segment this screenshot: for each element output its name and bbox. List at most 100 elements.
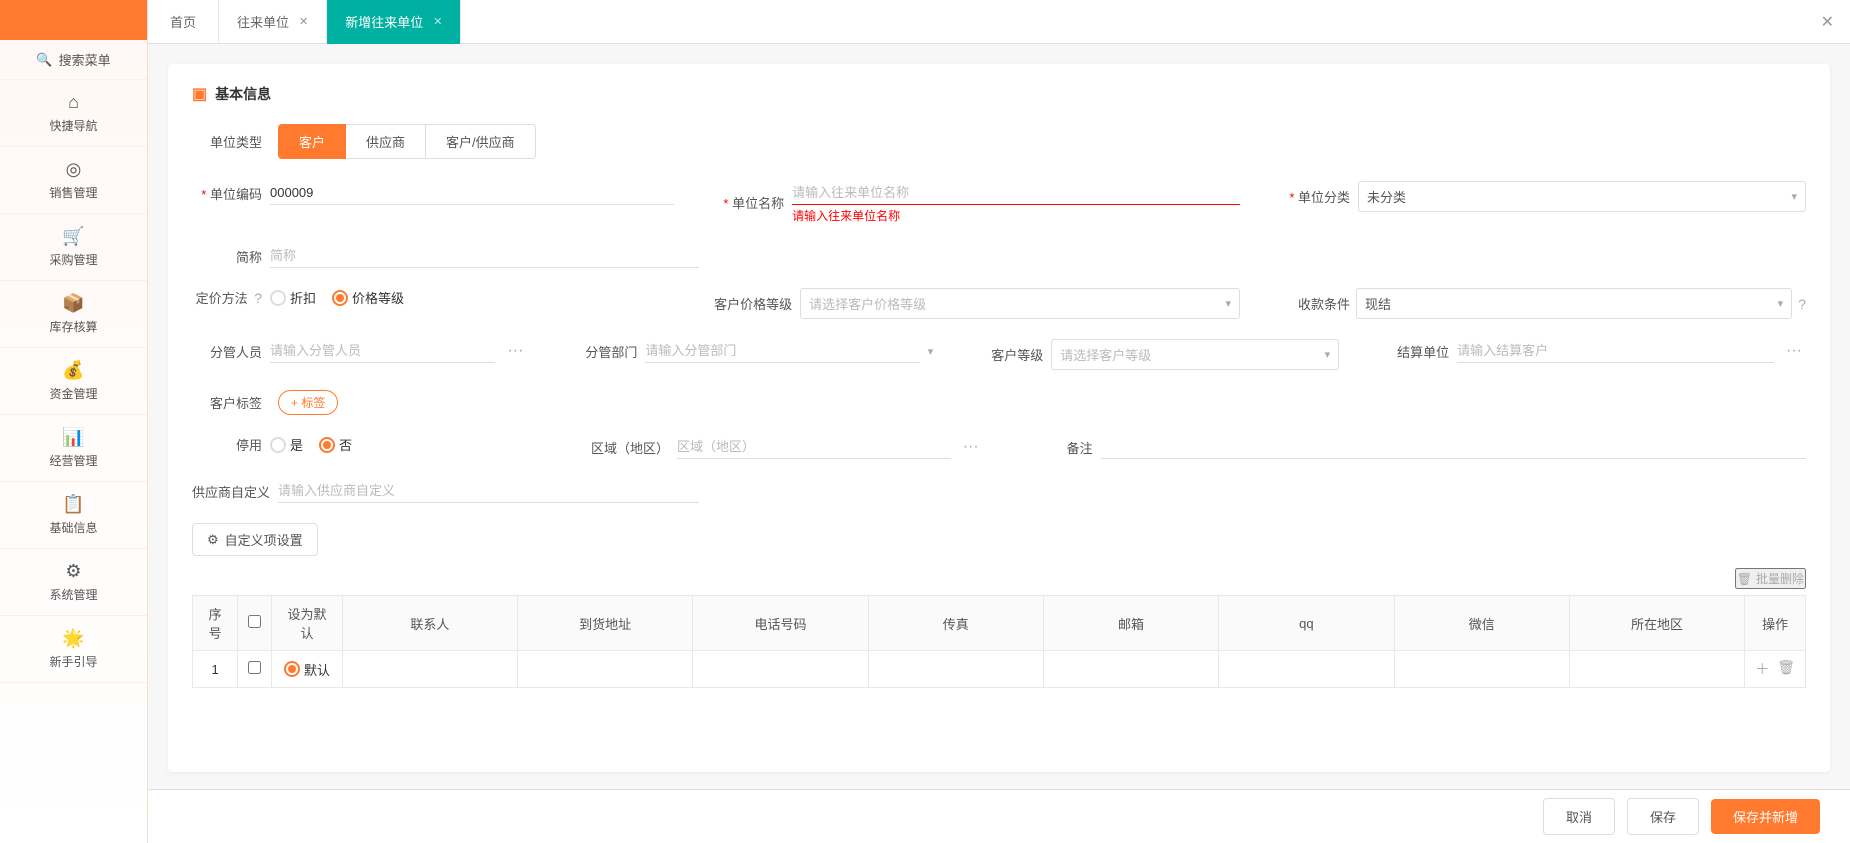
payment-help-icon[interactable]: ? (1798, 296, 1806, 312)
unit-category-select[interactable]: 未分类 ▾ (1358, 181, 1806, 212)
sidebar-item-sales[interactable]: ◎ 销售管理 (0, 147, 147, 214)
col-contact: 联系人 (342, 596, 517, 651)
dept-input[interactable] (645, 339, 919, 363)
settlement-input[interactable] (1457, 339, 1774, 363)
disabled-radio-yes[interactable]: 是 (270, 435, 303, 454)
payment-condition-select[interactable]: 现结 ▾ (1356, 288, 1792, 319)
pricing-radio-discount[interactable]: 折扣 (270, 288, 316, 307)
table-body: 1 默认 (193, 651, 1806, 688)
sidebar-item-quick-nav[interactable]: ⌂ 快捷导航 (0, 80, 147, 147)
tab-home-label: 首页 (170, 12, 196, 31)
sidebar-item-inventory[interactable]: 📦 库存核算 (0, 281, 147, 348)
action-icons: ＋ 🗑 (1755, 659, 1795, 679)
tab-new-partner[interactable]: 新增往来单位 ✕ (327, 0, 461, 44)
unit-code-label: * 单位编码 (192, 184, 262, 203)
batch-delete-label: 批量删除 (1756, 570, 1804, 587)
tab-partner[interactable]: 往来单位 ✕ (219, 0, 327, 44)
manager-input[interactable] (270, 339, 495, 363)
purchase-icon: 🛒 (62, 226, 84, 247)
cancel-button[interactable]: 取消 (1543, 798, 1615, 835)
region-input[interactable] (677, 435, 951, 459)
row-address[interactable] (518, 651, 693, 688)
batch-delete-button[interactable]: 🗑 批量删除 (1735, 568, 1806, 589)
unit-name-error: 请输入往来单位名称 (792, 207, 1240, 224)
row-default-radio[interactable]: 默认 (282, 660, 331, 679)
settlement-more-btn[interactable]: ··· (1782, 342, 1806, 360)
supplier-custom-label: 供应商自定义 (192, 482, 270, 501)
operation-icon: 📊 (62, 427, 84, 448)
pricing-help-icon[interactable]: ? (254, 290, 262, 306)
sidebar-item-search[interactable]: 🔍 搜索菜单 (0, 40, 147, 80)
row-contact-input[interactable] (353, 662, 507, 677)
customer-price-label: 客户价格等级 (714, 294, 792, 313)
pricing-radio-level[interactable]: 价格等级 (332, 288, 404, 307)
row-wechat[interactable] (1394, 651, 1569, 688)
row-supplier-custom: 供应商自定义 (192, 479, 1806, 503)
row-tag: 客户标签 + 标签 (192, 390, 1806, 415)
row-phone[interactable] (693, 651, 868, 688)
customer-price-select[interactable]: 请选择客户价格等级 ▾ (800, 288, 1240, 319)
unit-type-supplier[interactable]: 供应商 (346, 124, 426, 159)
customer-price-arrow: ▾ (1226, 297, 1232, 310)
supplier-custom-input[interactable] (278, 479, 699, 503)
tab-partner-close[interactable]: ✕ (299, 15, 308, 28)
dept-label: 分管部门 (567, 342, 637, 361)
row-default-dot (284, 661, 300, 677)
save-new-button[interactable]: 保存并新增 (1711, 799, 1820, 834)
sidebar-item-purchase[interactable]: 🛒 采购管理 (0, 214, 147, 281)
custom-settings-button[interactable]: ⚙ 自定义项设置 (192, 523, 318, 556)
dept-dropdown-arrow[interactable]: ▾ (928, 345, 934, 358)
window-close-button[interactable]: ✕ (1805, 12, 1850, 32)
short-name-input[interactable] (270, 244, 699, 268)
select-all-checkbox[interactable] (248, 615, 261, 628)
row-qq-input[interactable] (1229, 662, 1383, 677)
sidebar: 🔍 搜索菜单 ⌂ 快捷导航 ◎ 销售管理 🛒 采购管理 📦 库存核算 💰 资金管… (0, 0, 148, 843)
disabled-no-label: 否 (339, 435, 352, 454)
payment-condition-value: 现结 (1365, 294, 1778, 313)
remark-input[interactable] (1101, 435, 1806, 459)
row-wechat-input[interactable] (1405, 662, 1559, 677)
unit-name-label: * 单位名称 (714, 193, 784, 212)
row-default[interactable]: 默认 (272, 651, 342, 688)
col-address: 到货地址 (518, 596, 693, 651)
row-email[interactable] (1043, 651, 1218, 688)
row-add-icon[interactable]: ＋ (1755, 659, 1769, 679)
sidebar-item-guide[interactable]: 🌟 新手引导 (0, 616, 147, 683)
row-qq[interactable] (1219, 651, 1394, 688)
tab-new-partner-close[interactable]: ✕ (433, 15, 442, 28)
row-delete-icon[interactable]: 🗑 (1777, 659, 1795, 679)
sidebar-purchase-label: 采购管理 (49, 251, 97, 268)
save-button[interactable]: 保存 (1627, 798, 1699, 835)
region-more-btn[interactable]: ··· (959, 438, 983, 456)
sidebar-item-system[interactable]: ⚙ 系统管理 (0, 549, 147, 616)
manager-more-btn[interactable]: ··· (503, 342, 527, 360)
row-checkbox[interactable] (248, 661, 261, 674)
row-fax[interactable] (868, 651, 1043, 688)
unit-name-input[interactable] (792, 181, 1240, 205)
row-region-input[interactable] (1580, 662, 1734, 677)
row-check[interactable] (238, 651, 272, 688)
row-fax-input[interactable] (879, 662, 1033, 677)
customer-level-select[interactable]: 请选择客户等级 ▾ (1051, 339, 1339, 370)
sidebar-item-finance[interactable]: 💰 资金管理 (0, 348, 147, 415)
sidebar-item-operation[interactable]: 📊 经营管理 (0, 415, 147, 482)
row-phone-input[interactable] (703, 662, 857, 677)
disabled-label: 停用 (192, 435, 262, 454)
row-address-input[interactable] (528, 662, 682, 677)
sidebar-finance-label: 资金管理 (49, 385, 97, 402)
disabled-radio-no[interactable]: 否 (319, 435, 352, 454)
pricing-discount-label: 折扣 (290, 288, 316, 307)
unit-type-both[interactable]: 客户/供应商 (426, 124, 536, 159)
tab-home[interactable]: 首页 (148, 0, 219, 44)
col-check (238, 596, 272, 651)
customer-level-label: 客户等级 (973, 345, 1043, 364)
row-region[interactable] (1569, 651, 1744, 688)
pricing-level-dot (332, 290, 348, 306)
sidebar-item-basic-info[interactable]: 📋 基础信息 (0, 482, 147, 549)
unit-type-customer[interactable]: 客户 (278, 124, 346, 159)
row-email-input[interactable] (1054, 662, 1208, 677)
tag-add-button[interactable]: + 标签 (278, 390, 338, 415)
row-contact[interactable] (342, 651, 517, 688)
unit-code-input[interactable] (270, 181, 674, 205)
guide-icon: 🌟 (62, 628, 84, 649)
